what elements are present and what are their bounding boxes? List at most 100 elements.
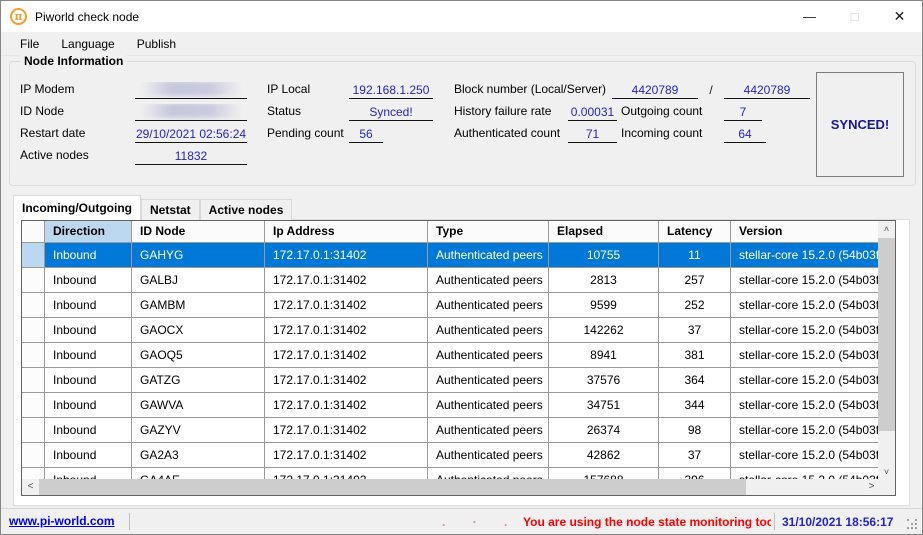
cell-version[interactable]: stellar-core 15.2.0 (54b03f755: [731, 318, 880, 343]
vertical-scrollbar-thumb[interactable]: [878, 238, 895, 431]
cell-type[interactable]: Authenticated peers: [428, 368, 549, 393]
cell-id-node[interactable]: GAMBM: [132, 293, 265, 318]
cell-ip-address[interactable]: 172.17.0.1:31402: [265, 293, 428, 318]
scroll-up-icon[interactable]: ˄: [878, 221, 895, 238]
vertical-scrollbar[interactable]: ˄ ˅: [878, 221, 895, 481]
cell-ip-address[interactable]: 172.17.0.1:31402: [265, 368, 428, 393]
cell-ip-address[interactable]: 172.17.0.1:31402: [265, 443, 428, 468]
column-header-latency[interactable]: Latency: [659, 221, 731, 243]
cell-version[interactable]: stellar-core 15.2.0 (54b03f755: [731, 368, 880, 393]
cell-direction[interactable]: Inbound: [45, 318, 132, 343]
cell-type[interactable]: Authenticated peers: [428, 293, 549, 318]
close-button[interactable]: ✕: [877, 1, 922, 32]
cell-type[interactable]: Authenticated peers: [428, 443, 549, 468]
cell-direction[interactable]: Inbound: [45, 293, 132, 318]
cell-latency[interactable]: 11: [659, 243, 731, 268]
cell-elapsed[interactable]: 8941: [549, 343, 659, 368]
cell-direction[interactable]: Inbound: [45, 268, 132, 293]
column-header-type[interactable]: Type: [428, 221, 549, 243]
cell-id-node[interactable]: GAHYG: [132, 243, 265, 268]
table-row[interactable]: Inbound GATZG 172.17.0.1:31402 Authentic…: [22, 368, 880, 393]
menu-item[interactable]: Language: [50, 33, 125, 55]
column-header-version[interactable]: Version: [731, 221, 880, 243]
cell-elapsed[interactable]: 34751: [549, 393, 659, 418]
table-row[interactable]: Inbound GAHYG 172.17.0.1:31402 Authentic…: [22, 243, 880, 268]
website-link[interactable]: www.pi-world.com: [9, 514, 115, 528]
cell-ip-address[interactable]: 172.17.0.1:31402: [265, 243, 428, 268]
cell-latency[interactable]: 381: [659, 343, 731, 368]
cell-ip-address[interactable]: 172.17.0.1:31402: [265, 418, 428, 443]
cell-type[interactable]: Authenticated peers: [428, 268, 549, 293]
tab[interactable]: Active nodes: [199, 199, 293, 220]
cell-version[interactable]: stellar-core 15.2.0 (54b03f755: [731, 443, 880, 468]
cell-elapsed[interactable]: 142262: [549, 318, 659, 343]
cell-id-node[interactable]: GAOCX: [132, 318, 265, 343]
row-selector-header[interactable]: [22, 221, 45, 243]
row-selector-cell[interactable]: [22, 443, 45, 468]
cell-ip-address[interactable]: 172.17.0.1:31402: [265, 268, 428, 293]
cell-type[interactable]: Authenticated peers: [428, 393, 549, 418]
cell-elapsed[interactable]: 26374: [549, 418, 659, 443]
cell-elapsed[interactable]: 10755: [549, 243, 659, 268]
cell-version[interactable]: stellar-core 15.2.0 (54b03f755: [731, 393, 880, 418]
cell-type[interactable]: Authenticated peers: [428, 418, 549, 443]
cell-version[interactable]: stellar-core 15.2.0 (54b03f755: [731, 268, 880, 293]
column-header-elapsed[interactable]: Elapsed: [549, 221, 659, 243]
resize-grip[interactable]: [907, 519, 918, 530]
cell-direction[interactable]: Inbound: [45, 393, 132, 418]
column-header-ip-address[interactable]: Ip Address: [265, 221, 428, 243]
table-row[interactable]: Inbound GAOCX 172.17.0.1:31402 Authentic…: [22, 318, 880, 343]
cell-type[interactable]: Authenticated peers: [428, 243, 549, 268]
cell-direction[interactable]: Inbound: [45, 443, 132, 468]
menu-item[interactable]: Publish: [126, 33, 187, 55]
cell-ip-address[interactable]: 172.17.0.1:31402: [265, 393, 428, 418]
table-row[interactable]: Inbound GAZYV 172.17.0.1:31402 Authentic…: [22, 418, 880, 443]
tab[interactable]: Netstat: [140, 199, 200, 220]
row-selector-cell[interactable]: [22, 418, 45, 443]
cell-elapsed[interactable]: 9599: [549, 293, 659, 318]
cell-type[interactable]: Authenticated peers: [428, 343, 549, 368]
row-selector-cell[interactable]: [22, 268, 45, 293]
cell-ip-address[interactable]: 172.17.0.1:31402: [265, 343, 428, 368]
tab[interactable]: Incoming/Outgoing: [13, 195, 141, 220]
cell-id-node[interactable]: GALBJ: [132, 268, 265, 293]
cell-direction[interactable]: Inbound: [45, 243, 132, 268]
table-row[interactable]: Inbound GAOQ5 172.17.0.1:31402 Authentic…: [22, 343, 880, 368]
cell-elapsed[interactable]: 42862: [549, 443, 659, 468]
cell-latency[interactable]: 364: [659, 368, 731, 393]
horizontal-scrollbar[interactable]: < >: [22, 479, 880, 495]
cell-id-node[interactable]: GAZYV: [132, 418, 265, 443]
row-selector-cell[interactable]: [22, 318, 45, 343]
row-selector-cell[interactable]: [22, 368, 45, 393]
cell-direction[interactable]: Inbound: [45, 343, 132, 368]
cell-latency[interactable]: 344: [659, 393, 731, 418]
cell-latency[interactable]: 98: [659, 418, 731, 443]
cell-latency[interactable]: 37: [659, 443, 731, 468]
table-row[interactable]: Inbound GAWVA 172.17.0.1:31402 Authentic…: [22, 393, 880, 418]
cell-id-node[interactable]: GAOQ5: [132, 343, 265, 368]
column-header-direction[interactable]: Direction: [45, 221, 132, 243]
cell-type[interactable]: Authenticated peers: [428, 318, 549, 343]
cell-version[interactable]: stellar-core 15.2.0 (54b03f755: [731, 418, 880, 443]
row-selector-cell[interactable]: [22, 393, 45, 418]
cell-direction[interactable]: Inbound: [45, 418, 132, 443]
scroll-left-icon[interactable]: <: [22, 479, 39, 495]
cell-direction[interactable]: Inbound: [45, 368, 132, 393]
table-row[interactable]: Inbound GA2A3 172.17.0.1:31402 Authentic…: [22, 443, 880, 468]
row-selector-cell[interactable]: [22, 293, 45, 318]
cell-version[interactable]: stellar-core 15.2.0 (54b03f755: [731, 343, 880, 368]
cell-id-node[interactable]: GATZG: [132, 368, 265, 393]
table-row[interactable]: Inbound GALBJ 172.17.0.1:31402 Authentic…: [22, 268, 880, 293]
horizontal-scrollbar-thumb[interactable]: [39, 479, 746, 495]
cell-id-node[interactable]: GAWVA: [132, 393, 265, 418]
minimize-button[interactable]: —: [787, 1, 832, 32]
cell-version[interactable]: stellar-core 15.2.0 (54b03f755: [731, 243, 880, 268]
cell-latency[interactable]: 37: [659, 318, 731, 343]
table-row[interactable]: Inbound GAMBM 172.17.0.1:31402 Authentic…: [22, 293, 880, 318]
cell-latency[interactable]: 257: [659, 268, 731, 293]
cell-elapsed[interactable]: 2813: [549, 268, 659, 293]
cell-elapsed[interactable]: 37576: [549, 368, 659, 393]
cell-id-node[interactable]: GA2A3: [132, 443, 265, 468]
row-selector-cell[interactable]: [22, 343, 45, 368]
cell-ip-address[interactable]: 172.17.0.1:31402: [265, 318, 428, 343]
